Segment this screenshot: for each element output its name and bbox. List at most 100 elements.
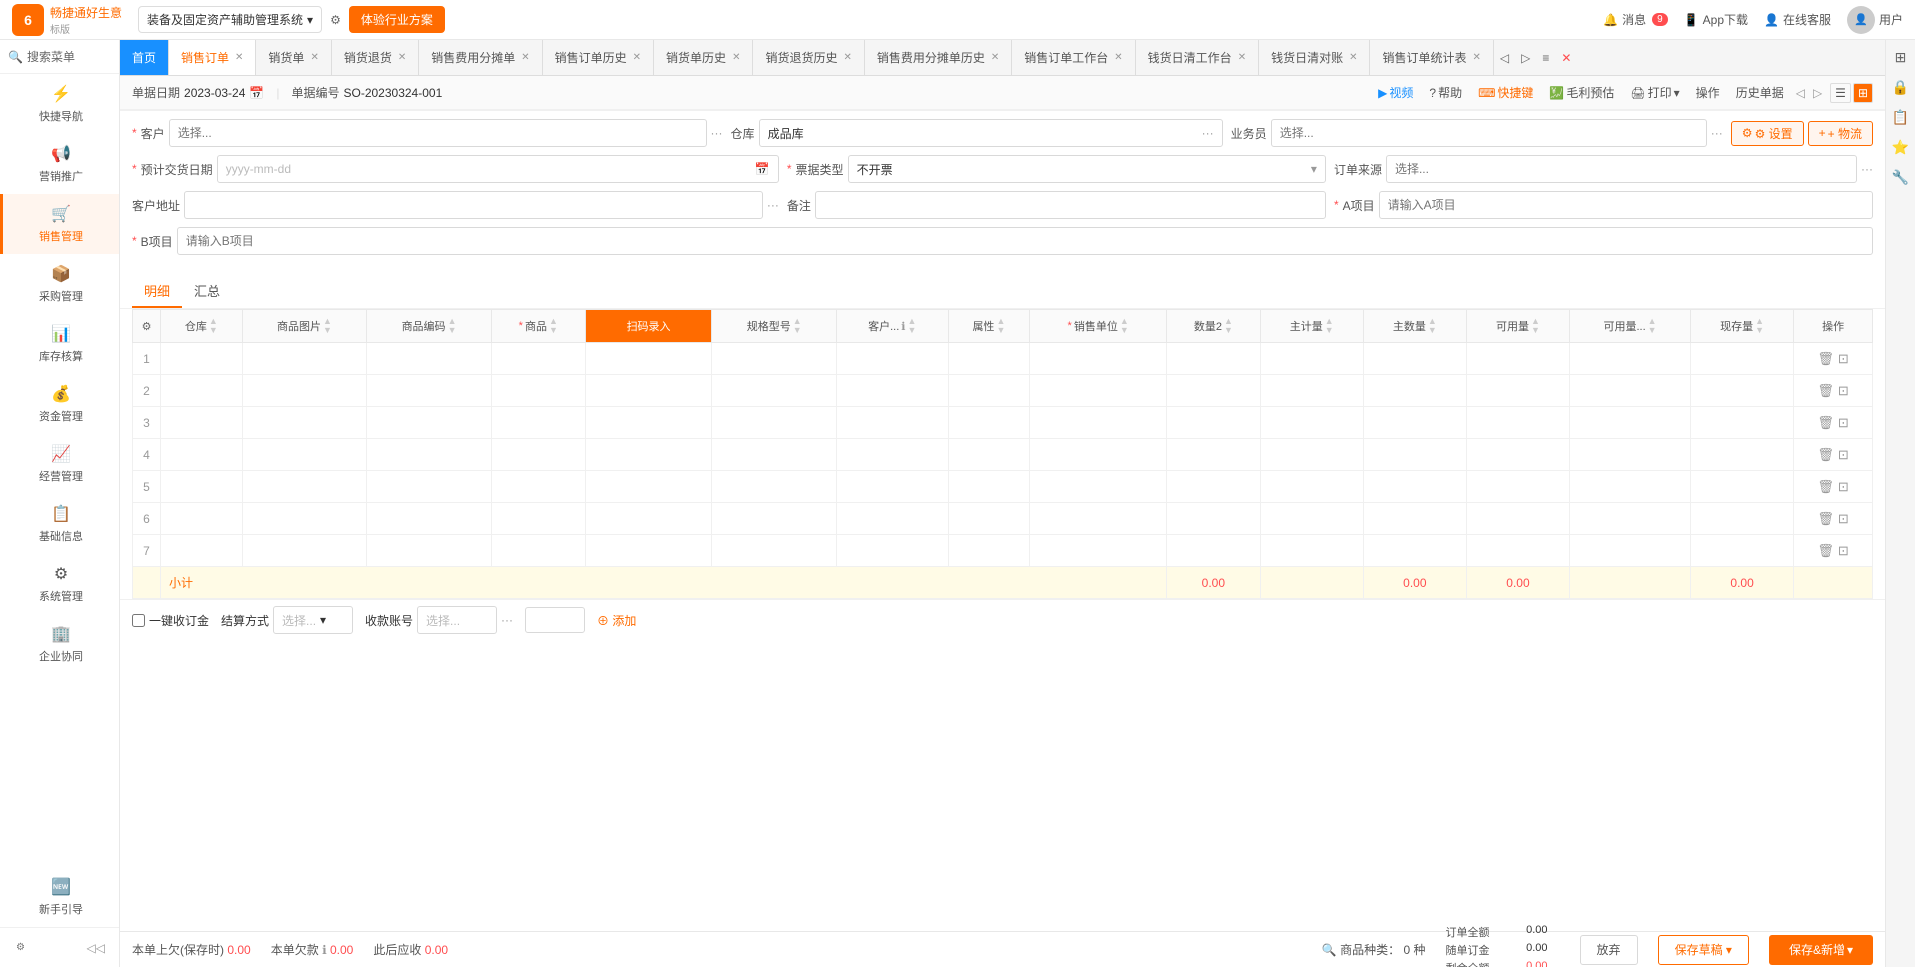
system-selector[interactable]: 装备及固定资产辅助管理系统 ▾	[138, 6, 322, 33]
sidebar-item-newguide[interactable]: 🆕 新手引导	[0, 867, 119, 927]
profit-estimate-button[interactable]: 💹 毛利预估	[1545, 82, 1618, 103]
row-copy-icon[interactable]: ⊡	[1838, 543, 1849, 559]
settings-button[interactable]: ⚙ ⚙ 设置	[1731, 121, 1804, 146]
list-view-button[interactable]: ☰	[1830, 83, 1851, 103]
tab-sales-order[interactable]: 销售订单 ✕	[169, 40, 256, 76]
tab-detail[interactable]: 明细	[132, 275, 182, 308]
tab-close-sales-refund-history[interactable]: ✕	[843, 52, 851, 63]
th-available2[interactable]: 可用量... ▲▼	[1570, 310, 1691, 343]
search-products-icon[interactable]: 🔍	[1322, 943, 1337, 957]
sidebar-item-basicinfo[interactable]: 📋 基础信息	[0, 494, 119, 554]
order-source-input[interactable]	[1386, 155, 1857, 183]
sidebar-item-sales[interactable]: 🛒 销售管理	[0, 194, 119, 254]
user-menu[interactable]: 👤 用户	[1847, 6, 1903, 34]
column-settings-icon[interactable]: ⚙	[142, 321, 152, 333]
print-button[interactable]: 🖨 打印 ▾	[1626, 82, 1683, 103]
salesperson-more-button[interactable]: ···	[1711, 126, 1723, 140]
add-payment-button[interactable]: ⊕ 添加	[597, 612, 636, 629]
tab-summary[interactable]: 汇总	[182, 275, 232, 308]
tab-close-sales-fee-history[interactable]: ✕	[991, 52, 999, 63]
tab-close-cash-reconcile[interactable]: ✕	[1349, 52, 1357, 63]
sidebar-item-finance[interactable]: 💰 资金管理	[0, 374, 119, 434]
history-bill-button[interactable]: 历史单据	[1732, 82, 1788, 103]
save-draft-button[interactable]: 保存草稿 ▾	[1658, 935, 1749, 965]
app-download-button[interactable]: 📱 App下载	[1684, 11, 1748, 28]
row-copy-icon[interactable]: ⊡	[1838, 447, 1849, 463]
tab-close-sales-return[interactable]: ✕	[310, 52, 318, 63]
operation-button[interactable]: 操作	[1692, 82, 1724, 103]
card-view-button[interactable]: ⊞	[1853, 83, 1873, 103]
right-panel-btn-4[interactable]: ⭐	[1888, 134, 1914, 160]
tab-close-sales-refund[interactable]: ✕	[398, 52, 406, 63]
tab-sales-fee-history[interactable]: 销售费用分摊单历史 ✕	[865, 40, 1012, 76]
notice-button[interactable]: 🔔 消息 9	[1603, 11, 1668, 28]
row-delete-icon[interactable]: 🗑	[1817, 415, 1834, 431]
tab-sales-refund[interactable]: 销货退货 ✕	[332, 40, 419, 76]
th-available[interactable]: 可用量 ▲▼	[1466, 310, 1569, 343]
search-menu[interactable]: 🔍 搜索菜单	[0, 40, 119, 74]
row-copy-icon[interactable]: ⊡	[1838, 383, 1849, 399]
shortcut-button[interactable]: ⌨ 快捷键	[1474, 82, 1537, 103]
tab-sales-refund-history[interactable]: 销货退货历史 ✕	[753, 40, 864, 76]
toolbar-prev-button[interactable]: ◁	[1796, 86, 1805, 100]
one-click-checkbox[interactable]	[132, 614, 145, 627]
th-quantity2[interactable]: 数量2 ▲▼	[1167, 310, 1261, 343]
row-copy-icon[interactable]: ⊡	[1838, 511, 1849, 527]
view-video-button[interactable]: ▶ 视频	[1374, 82, 1417, 103]
tab-close-sales-order-workbench[interactable]: ✕	[1114, 52, 1122, 63]
tab-cash-reconcile[interactable]: 钱货日清对账 ✕	[1259, 40, 1370, 76]
delivery-date-input[interactable]: yyyy-mm-dd 📅	[217, 155, 779, 183]
toolbar-next-button[interactable]: ▷	[1813, 86, 1822, 100]
tab-close-all-button[interactable]: ✕	[1555, 40, 1577, 76]
tab-cash-daily-workbench[interactable]: 钱货日清工作台 ✕	[1136, 40, 1259, 76]
sidebar-item-enterprise[interactable]: 🏢 企业协同	[0, 614, 119, 674]
tab-sales-order-workbench[interactable]: 销售订单工作台 ✕	[1012, 40, 1135, 76]
a-project-input[interactable]	[1379, 191, 1873, 219]
row-delete-icon[interactable]: 🗑	[1817, 479, 1834, 495]
sidebar-item-quicknav[interactable]: ⚡ 快捷导航	[0, 74, 119, 134]
settings-gear-icon[interactable]: ⚙	[330, 13, 341, 27]
customer-input[interactable]	[169, 119, 707, 147]
tab-close-sales-return-history[interactable]: ✕	[732, 52, 740, 63]
th-customer-code[interactable]: 客户... ℹ ▲▼	[836, 310, 948, 343]
customer-address-input[interactable]	[184, 191, 763, 219]
tab-sales-fee-split[interactable]: 销售费用分摊单 ✕	[419, 40, 542, 76]
abandon-button[interactable]: 放弃	[1580, 935, 1638, 965]
th-sales-unit[interactable]: * 销售单位 ▲▼	[1030, 310, 1167, 343]
sidebar-item-system[interactable]: ⚙ 系统管理	[0, 554, 119, 614]
sidebar-item-operations[interactable]: 📈 经营管理	[0, 434, 119, 494]
warehouse-select[interactable]: 成品库 ···	[759, 119, 1223, 147]
row-delete-icon[interactable]: 🗑	[1817, 383, 1834, 399]
one-click-payment-checkbox[interactable]: 一键收订金	[132, 612, 209, 629]
tab-sales-return-history[interactable]: 销货单历史 ✕	[654, 40, 753, 76]
scan-input-button[interactable]: 扫码录入	[621, 316, 677, 336]
right-panel-btn-2[interactable]: 🔒	[1888, 74, 1914, 100]
right-panel-btn-1[interactable]: ⊞	[1888, 44, 1914, 70]
right-panel-btn-5[interactable]: 🔧	[1888, 164, 1914, 190]
th-attribute[interactable]: 属性 ▲▼	[948, 310, 1030, 343]
th-main-quantity[interactable]: 主数量 ▲▼	[1363, 310, 1466, 343]
industry-plan-button[interactable]: 体验行业方案	[349, 6, 445, 33]
calendar-icon[interactable]: 📅	[249, 86, 264, 100]
tab-close-cash-daily-workbench[interactable]: ✕	[1238, 52, 1246, 63]
sidebar-collapse-button[interactable]: ◁◁	[81, 934, 111, 961]
tab-close-sales-fee-split[interactable]: ✕	[521, 52, 529, 63]
th-gear[interactable]: ⚙	[133, 310, 161, 343]
th-product-image[interactable]: 商品图片 ▲▼	[242, 310, 367, 343]
invoice-type-select[interactable]: 不开票 ▾	[848, 155, 1326, 183]
bank-account-select[interactable]: 选择...	[417, 606, 497, 634]
customer-more-button[interactable]: ···	[711, 126, 723, 140]
th-main-unit[interactable]: 主计量 ▲▼	[1260, 310, 1363, 343]
sidebar-settings-button[interactable]: ⚙	[8, 934, 33, 961]
row-delete-icon[interactable]: 🗑	[1817, 447, 1834, 463]
tab-close-sales-order[interactable]: ✕	[235, 52, 243, 63]
tab-prev-button[interactable]: ◁	[1494, 40, 1515, 76]
th-product-code[interactable]: 商品编码 ▲▼	[367, 310, 492, 343]
b-project-input[interactable]	[177, 227, 1873, 255]
memo-input[interactable]	[815, 191, 1326, 219]
tab-home[interactable]: 首页	[120, 40, 169, 76]
tab-menu-button[interactable]: ≡	[1536, 40, 1555, 76]
th-stock[interactable]: 现存量 ▲▼	[1691, 310, 1794, 343]
row-copy-icon[interactable]: ⊡	[1838, 351, 1849, 367]
help-button[interactable]: ? 帮助	[1425, 82, 1466, 103]
